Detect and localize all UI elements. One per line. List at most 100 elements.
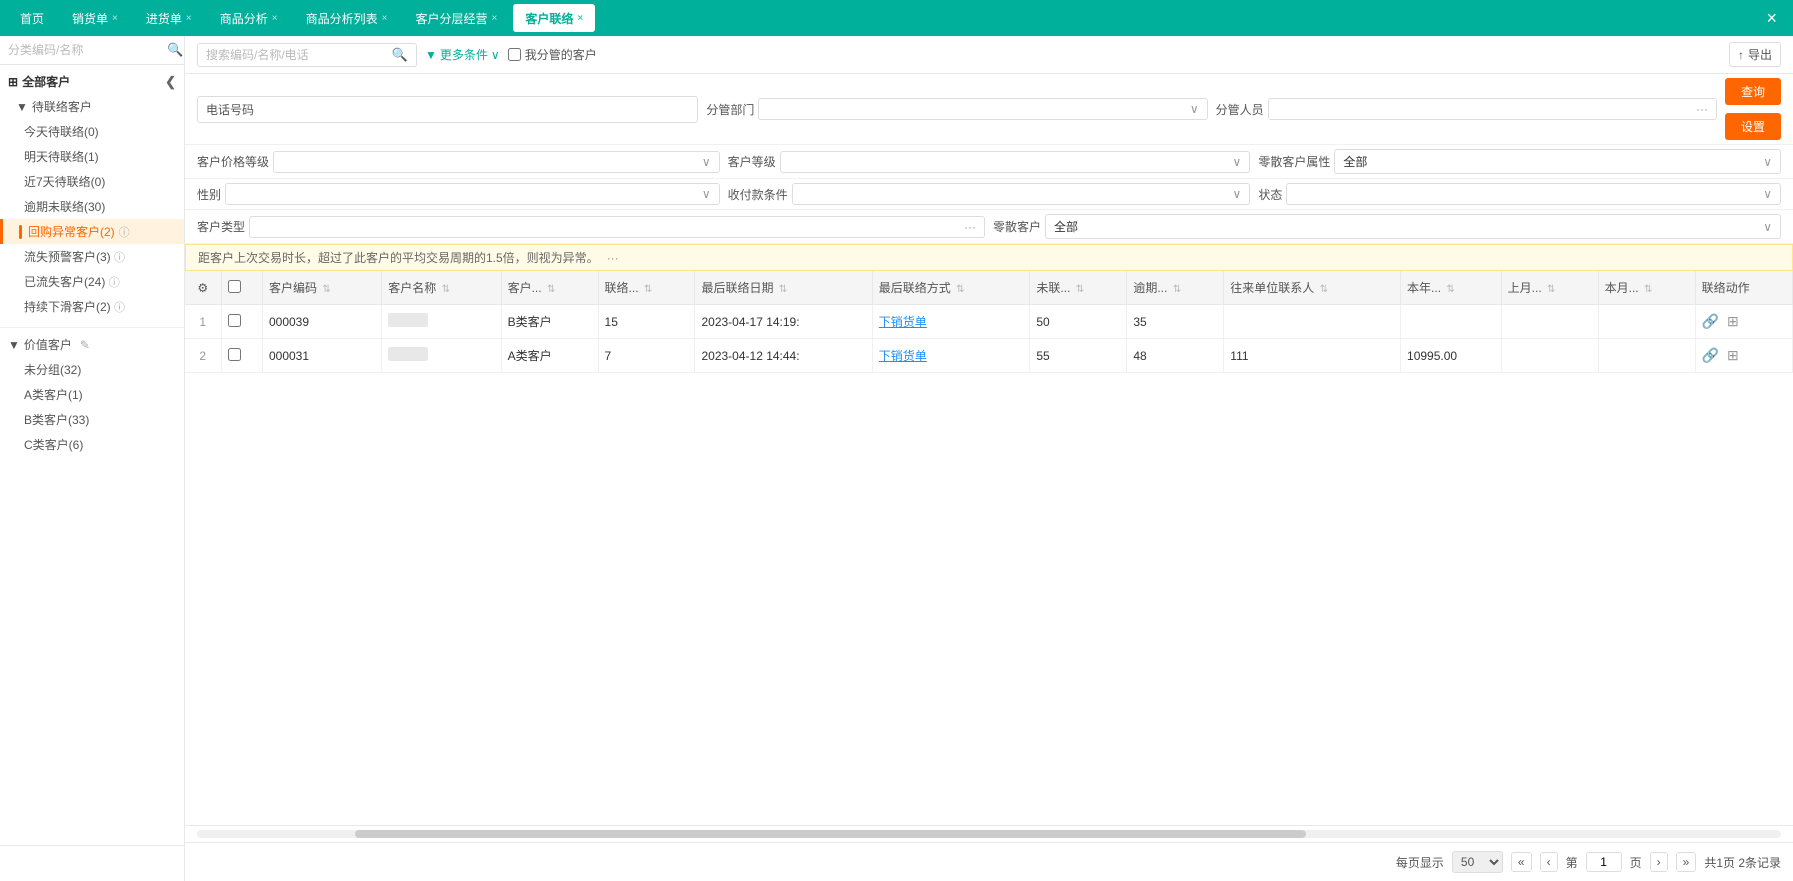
- nav-tab-product-analysis[interactable]: 商品分析 ×: [208, 4, 290, 32]
- close-customer-tier-tab[interactable]: ×: [491, 13, 497, 24]
- per-page-select[interactable]: 50 100 200: [1452, 851, 1503, 873]
- page-number-input[interactable]: [1586, 852, 1622, 872]
- row2-select[interactable]: [228, 348, 241, 361]
- sort-overdue-icon[interactable]: ⇅: [1173, 284, 1181, 295]
- phone-filter[interactable]: 电话号码: [197, 96, 698, 123]
- my-customer-checkbox[interactable]: [508, 48, 521, 61]
- first-page-button[interactable]: «: [1511, 852, 1532, 872]
- sidebar-item-a-class[interactable]: A类客户(1): [0, 382, 184, 407]
- customer-level-select[interactable]: ∨: [780, 151, 1251, 173]
- customer-type-select[interactable]: ···: [249, 216, 985, 238]
- close-product-analysis-tab[interactable]: ×: [272, 13, 278, 24]
- retail-customer-select[interactable]: 全部 ∨: [1045, 214, 1781, 239]
- sidebar-item-b-class[interactable]: B类客户(33): [0, 407, 184, 432]
- sidebar-item-loss-warning[interactable]: 流失预警客户(3) ⓘ: [0, 244, 184, 269]
- sidebar-item-today[interactable]: 今天待联络(0): [0, 119, 184, 144]
- row2-contacts: 111: [1224, 339, 1401, 373]
- scroll-track[interactable]: [197, 830, 1781, 838]
- row1-link-icon[interactable]: 🔗: [1702, 313, 1719, 330]
- row1-unlisted: 50: [1030, 305, 1127, 339]
- payment-select[interactable]: ∨: [792, 183, 1251, 205]
- tooltip-dots[interactable]: ···: [607, 251, 619, 265]
- row2-unlisted: 55: [1030, 339, 1127, 373]
- loss-warning-info-icon[interactable]: ⓘ: [114, 252, 125, 264]
- export-button[interactable]: ↑ 导出: [1729, 42, 1781, 67]
- gender-select[interactable]: ∨: [225, 183, 720, 205]
- more-conditions-button[interactable]: ▼ 更多条件 ∨: [425, 46, 500, 63]
- sort-contact-icon[interactable]: ⇅: [644, 284, 652, 295]
- nav-tab-sales[interactable]: 销货单 ×: [60, 4, 130, 32]
- query-button[interactable]: 查询: [1725, 78, 1781, 105]
- scroll-thumb[interactable]: [355, 830, 1305, 838]
- row1-name[interactable]: [382, 305, 501, 339]
- select-all-checkbox[interactable]: [228, 280, 241, 293]
- row1-grid-icon[interactable]: ⊞: [1727, 313, 1739, 330]
- repurchase-header[interactable]: 回购异常客户(2) ⓘ: [0, 219, 184, 244]
- close-purchase-tab[interactable]: ×: [186, 13, 192, 24]
- repurchase-info-icon[interactable]: ⓘ: [119, 224, 130, 240]
- dept-select[interactable]: ∨: [758, 98, 1207, 120]
- sort-unlisted-icon[interactable]: ⇅: [1076, 284, 1084, 295]
- value-group-header[interactable]: ▼ 价值客户 ✎: [0, 332, 184, 357]
- sidebar-item-c-class[interactable]: C类客户(6): [0, 432, 184, 457]
- nav-tab-customer-contact[interactable]: 客户联络 ×: [513, 4, 595, 32]
- lost-info-icon[interactable]: ⓘ: [109, 277, 120, 289]
- pending-group-header[interactable]: ▼ 待联络客户: [0, 94, 184, 119]
- sidebar-item-lost[interactable]: 已流失客户(24) ⓘ: [0, 269, 184, 294]
- customer-type-filter-group: 客户类型 ···: [197, 216, 985, 238]
- th-settings[interactable]: ⚙: [185, 271, 221, 305]
- sidebar-search-input[interactable]: [8, 43, 163, 57]
- sidebar-search-icon[interactable]: 🔍: [167, 42, 183, 58]
- close-window-button[interactable]: ×: [1758, 8, 1785, 29]
- declining-info-icon[interactable]: ⓘ: [114, 302, 125, 314]
- customer-level-filter-group: 客户等级 ∨: [728, 151, 1251, 173]
- customer-level-chevron: ∨: [1233, 155, 1242, 169]
- row1-select[interactable]: [228, 314, 241, 327]
- nav-tab-customer-tier[interactable]: 客户分层经营 ×: [403, 4, 509, 32]
- retail-customer-label: 零散客户: [993, 218, 1041, 235]
- sort-code-icon[interactable]: ⇅: [322, 284, 330, 295]
- value-edit-icon[interactable]: ✎: [80, 338, 90, 352]
- nav-tab-product-list[interactable]: 商品分析列表 ×: [294, 4, 400, 32]
- price-level-select[interactable]: ∨: [273, 151, 720, 173]
- th-this-year: 本年... ⇅: [1401, 271, 1502, 305]
- sidebar-item-overdue[interactable]: 逾期未联络(30): [0, 194, 184, 219]
- manager-select[interactable]: ···: [1268, 98, 1717, 120]
- row2-checkbox[interactable]: [221, 339, 262, 373]
- row2-last-method[interactable]: 下销货单: [872, 339, 1030, 373]
- sidebar-item-tomorrow[interactable]: 明天待联络(1): [0, 144, 184, 169]
- status-select[interactable]: ∨: [1286, 183, 1781, 205]
- close-sales-tab[interactable]: ×: [112, 13, 118, 24]
- sort-date-icon[interactable]: ⇅: [779, 284, 787, 295]
- th-checkbox[interactable]: [221, 271, 262, 305]
- row2-link-icon[interactable]: 🔗: [1702, 347, 1719, 364]
- sort-last-month-icon[interactable]: ⇅: [1547, 284, 1555, 295]
- row1-checkbox[interactable]: [221, 305, 262, 339]
- settings-button[interactable]: 设置: [1725, 113, 1781, 140]
- sort-contacts-icon[interactable]: ⇅: [1320, 284, 1328, 295]
- prev-page-button[interactable]: ‹: [1540, 852, 1558, 872]
- next-page-button[interactable]: ›: [1650, 852, 1668, 872]
- sort-this-year-icon[interactable]: ⇅: [1446, 284, 1454, 295]
- sort-type-icon[interactable]: ⇅: [547, 284, 555, 295]
- row1-last-method[interactable]: 下销货单: [872, 305, 1030, 339]
- collapse-right-icon[interactable]: ❮: [165, 74, 176, 90]
- row2-name[interactable]: [382, 339, 501, 373]
- retail-attr-select[interactable]: 全部 ∨: [1334, 149, 1781, 174]
- sort-this-month-icon[interactable]: ⇅: [1644, 284, 1652, 295]
- sidebar-item-unclassified[interactable]: 未分组(32): [0, 357, 184, 382]
- sidebar-item-declining[interactable]: 持续下滑客户(2) ⓘ: [0, 294, 184, 319]
- close-customer-contact-tab[interactable]: ×: [577, 13, 583, 24]
- row2-grid-icon[interactable]: ⊞: [1727, 347, 1739, 364]
- main-search-icon[interactable]: 🔍: [392, 47, 408, 63]
- sidebar-item-7days[interactable]: 近7天待联络(0): [0, 169, 184, 194]
- horizontal-scrollbar[interactable]: [185, 825, 1793, 842]
- close-product-list-tab[interactable]: ×: [382, 13, 388, 24]
- sort-method-icon[interactable]: ⇅: [956, 284, 964, 295]
- last-page-button[interactable]: »: [1676, 852, 1697, 872]
- nav-tab-home[interactable]: 首页: [8, 4, 56, 32]
- sort-name-icon[interactable]: ⇅: [442, 284, 450, 295]
- all-customers-header[interactable]: ⊞ 全部客户 ❮: [0, 69, 184, 94]
- nav-tab-purchase[interactable]: 进货单 ×: [134, 4, 204, 32]
- main-search-input[interactable]: [206, 48, 392, 62]
